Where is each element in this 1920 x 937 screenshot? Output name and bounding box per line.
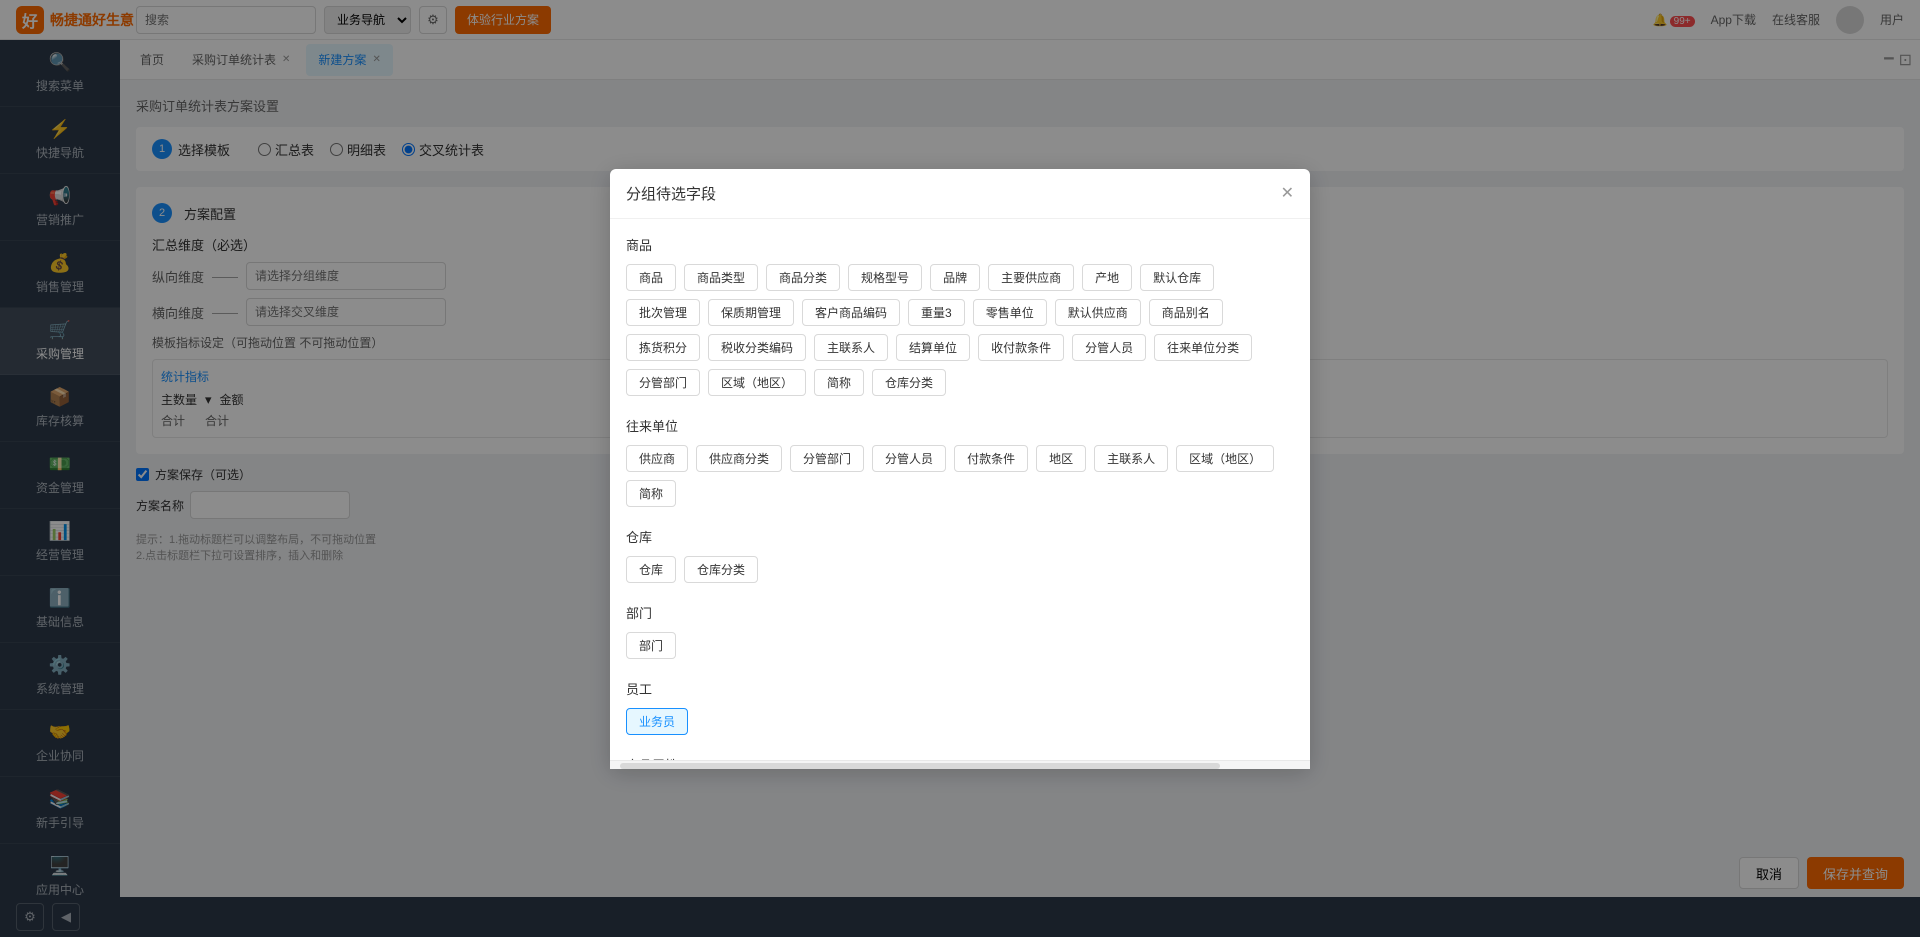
field-tag[interactable]: 仓库分类: [872, 369, 946, 396]
field-tag[interactable]: 规格型号: [848, 264, 922, 291]
field-tag[interactable]: 商品: [626, 264, 676, 291]
field-tag[interactable]: 商品分类: [766, 264, 840, 291]
field-tag[interactable]: 零售单位: [973, 299, 1047, 326]
section-warehouse-tags: 仓库 仓库分类: [626, 556, 1294, 583]
field-tag[interactable]: 分管部门: [790, 445, 864, 472]
field-tag[interactable]: 保质期管理: [708, 299, 794, 326]
field-tag[interactable]: 地区: [1036, 445, 1086, 472]
section-partner: 往来单位 供应商 供应商分类 分管部门 分管人员 付款条件 地区 主联系人 区域…: [626, 416, 1294, 507]
modal-horizontal-scroll[interactable]: [610, 760, 1310, 769]
field-tag[interactable]: 拣货积分: [626, 334, 700, 361]
field-tag[interactable]: 部门: [626, 632, 676, 659]
field-tag-staff-salesperson[interactable]: 业务员: [626, 708, 688, 735]
field-tag[interactable]: 重量3: [908, 299, 965, 326]
modal-close-icon[interactable]: ✕: [1281, 183, 1294, 203]
modal-hscroll-bar: [620, 763, 1220, 769]
field-tag[interactable]: 主联系人: [1094, 445, 1168, 472]
field-tag[interactable]: 商品别名: [1149, 299, 1223, 326]
field-tag[interactable]: 供应商: [626, 445, 688, 472]
modal-overlay: 分组待选字段 ✕ 商品 商品 商品类型 商品分类 规格型号 品牌 主要供应商 产…: [0, 0, 1920, 937]
modal: 分组待选字段 ✕ 商品 商品 商品类型 商品分类 规格型号 品牌 主要供应商 产…: [610, 169, 1310, 769]
field-tag[interactable]: 税收分类编码: [708, 334, 806, 361]
field-tag[interactable]: 主联系人: [814, 334, 888, 361]
section-staff-title: 员工: [626, 679, 1294, 698]
field-tag[interactable]: 分管部门: [626, 369, 700, 396]
field-tag[interactable]: 结算单位: [896, 334, 970, 361]
field-tag[interactable]: 产地: [1082, 264, 1132, 291]
modal-header: 分组待选字段 ✕: [610, 169, 1310, 219]
field-tag[interactable]: 分管人员: [872, 445, 946, 472]
section-dept-tags: 部门: [626, 632, 1294, 659]
field-tag[interactable]: 默认仓库: [1140, 264, 1214, 291]
field-tag[interactable]: 商品类型: [684, 264, 758, 291]
field-tag[interactable]: 付款条件: [954, 445, 1028, 472]
field-tag[interactable]: 区域（地区）: [708, 369, 806, 396]
section-dept-title: 部门: [626, 603, 1294, 622]
section-product-title: 商品: [626, 235, 1294, 254]
section-dept: 部门 部门: [626, 603, 1294, 659]
field-tag[interactable]: 分管人员: [1072, 334, 1146, 361]
section-partner-tags: 供应商 供应商分类 分管部门 分管人员 付款条件 地区 主联系人 区域（地区） …: [626, 445, 1294, 507]
section-staff: 员工 业务员: [626, 679, 1294, 735]
section-partner-title: 往来单位: [626, 416, 1294, 435]
field-tag[interactable]: 默认供应商: [1055, 299, 1141, 326]
section-staff-tags: 业务员: [626, 708, 1294, 735]
field-tag[interactable]: 收付款条件: [978, 334, 1064, 361]
section-product: 商品 商品 商品类型 商品分类 规格型号 品牌 主要供应商 产地 默认仓库 批次…: [626, 235, 1294, 396]
field-tag[interactable]: 往来单位分类: [1154, 334, 1252, 361]
section-warehouse: 仓库 仓库 仓库分类: [626, 527, 1294, 583]
modal-body: 商品 商品 商品类型 商品分类 规格型号 品牌 主要供应商 产地 默认仓库 批次…: [610, 219, 1310, 760]
field-tag[interactable]: 批次管理: [626, 299, 700, 326]
field-tag[interactable]: 简称: [626, 480, 676, 507]
field-tag[interactable]: 简称: [814, 369, 864, 396]
field-tag[interactable]: 区域（地区）: [1176, 445, 1274, 472]
field-tag[interactable]: 仓库分类: [684, 556, 758, 583]
modal-title: 分组待选字段: [626, 183, 716, 204]
section-warehouse-title: 仓库: [626, 527, 1294, 546]
field-tag[interactable]: 品牌: [930, 264, 980, 291]
field-tag[interactable]: 仓库: [626, 556, 676, 583]
field-tag[interactable]: 主要供应商: [988, 264, 1074, 291]
section-product-tags: 商品 商品类型 商品分类 规格型号 品牌 主要供应商 产地 默认仓库 批次管理 …: [626, 264, 1294, 396]
field-tag[interactable]: 客户商品编码: [802, 299, 900, 326]
field-tag[interactable]: 供应商分类: [696, 445, 782, 472]
